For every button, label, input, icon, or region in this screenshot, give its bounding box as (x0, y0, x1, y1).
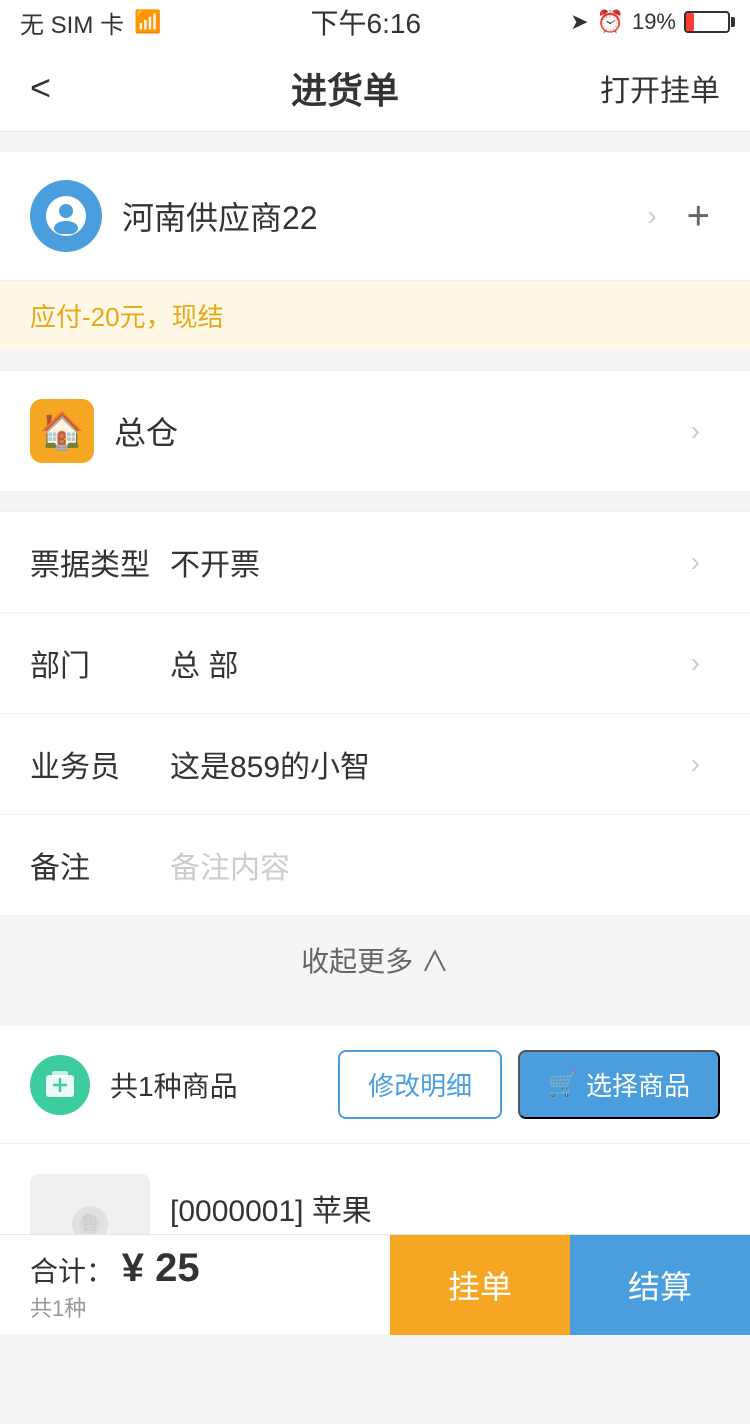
add-button[interactable]: + (677, 194, 720, 239)
total-line: 合计： ¥ 25 (30, 1246, 360, 1291)
total-area: 合计： ¥ 25 共1种 (0, 1246, 390, 1323)
total-count: 共1种 (30, 1291, 360, 1323)
section-divider-2 (0, 491, 750, 511)
supplier-row[interactable]: 河南供应商22 › + (0, 152, 750, 281)
hang-button[interactable]: 挂单 (390, 1235, 570, 1335)
remark-input[interactable]: 备注内容 (150, 843, 720, 887)
supplier-section: 河南供应商22 › + 应付-20元，现结 (0, 152, 750, 350)
remark-row[interactable]: 备注 备注内容 (0, 815, 750, 916)
battery-icon (684, 11, 730, 33)
invoice-chevron: › (691, 546, 700, 578)
open-pending-button[interactable]: 打开挂单 (600, 66, 720, 110)
warehouse-name: 总仓 (114, 408, 691, 454)
department-row[interactable]: 部门 总 部 › (0, 613, 750, 714)
select-product-button[interactable]: 🛒 选择商品 (518, 1050, 720, 1119)
department-label: 部门 (30, 641, 150, 685)
back-button[interactable]: < (30, 67, 90, 109)
invoice-label: 票据类型 (30, 540, 150, 584)
supplier-name: 河南供应商22 (122, 193, 647, 239)
wifi-icon: 📶 (134, 9, 161, 35)
warehouse-section: 🏠 总仓 › (0, 370, 750, 491)
status-left: 无 SIM 卡 📶 (20, 5, 161, 40)
invoice-row[interactable]: 票据类型 不开票 › (0, 511, 750, 613)
product-name: [0000001] 苹果 (170, 1186, 648, 1230)
products-icon (30, 1055, 90, 1115)
warehouse-row[interactable]: 🏠 总仓 › (0, 370, 750, 491)
page-title: 进货单 (291, 62, 399, 114)
salesman-chevron: › (691, 748, 700, 780)
total-label: 合计： (30, 1256, 114, 1287)
cart-icon: 🛒 (548, 1070, 578, 1099)
form-section: 票据类型 不开票 › 部门 总 部 › 业务员 这是859的小智 › 备注 备注… (0, 511, 750, 916)
notice-bar: 应付-20元，现结 (0, 281, 750, 350)
salesman-label: 业务员 (30, 742, 150, 786)
avatar-icon (46, 196, 86, 236)
location-icon: ➤ (570, 9, 588, 35)
bottom-bar: 合计： ¥ 25 共1种 挂单 结算 (0, 1234, 750, 1334)
svg-text:鲁: 鲁 (81, 1213, 99, 1233)
warehouse-chevron: › (691, 415, 700, 447)
alarm-icon: ⏰ (597, 9, 624, 35)
battery-percent: 19% (632, 9, 676, 35)
invoice-value: 不开票 (150, 540, 691, 584)
supplier-avatar (30, 180, 102, 252)
products-count: 共1种商品 (110, 1065, 338, 1105)
top-divider (0, 132, 750, 152)
status-time: 下午6:16 (311, 2, 422, 42)
department-chevron: › (691, 647, 700, 679)
nav-bar: < 进货单 打开挂单 (0, 44, 750, 132)
salesman-row[interactable]: 业务员 这是859的小智 › (0, 714, 750, 815)
total-amount: ¥ 25 (122, 1246, 200, 1290)
status-bar: 无 SIM 卡 📶 下午6:16 ➤ ⏰ 19% (0, 0, 750, 44)
section-divider-1 (0, 350, 750, 370)
carrier-text: 无 SIM 卡 (20, 5, 124, 40)
supplier-chevron: › (647, 200, 656, 232)
section-divider-3 (0, 1004, 750, 1024)
edit-detail-button[interactable]: 修改明细 (338, 1050, 502, 1119)
warehouse-icon: 🏠 (30, 399, 94, 463)
collapse-button[interactable]: 收起更多 ∧ (0, 916, 750, 1004)
checkout-button[interactable]: 结算 (570, 1235, 750, 1335)
salesman-value: 这是859的小智 (150, 742, 691, 786)
products-header: 共1种商品 修改明细 🛒 选择商品 (0, 1026, 750, 1144)
status-right: ➤ ⏰ 19% (570, 9, 730, 35)
remark-label: 备注 (30, 843, 150, 887)
department-value: 总 部 (150, 641, 691, 685)
